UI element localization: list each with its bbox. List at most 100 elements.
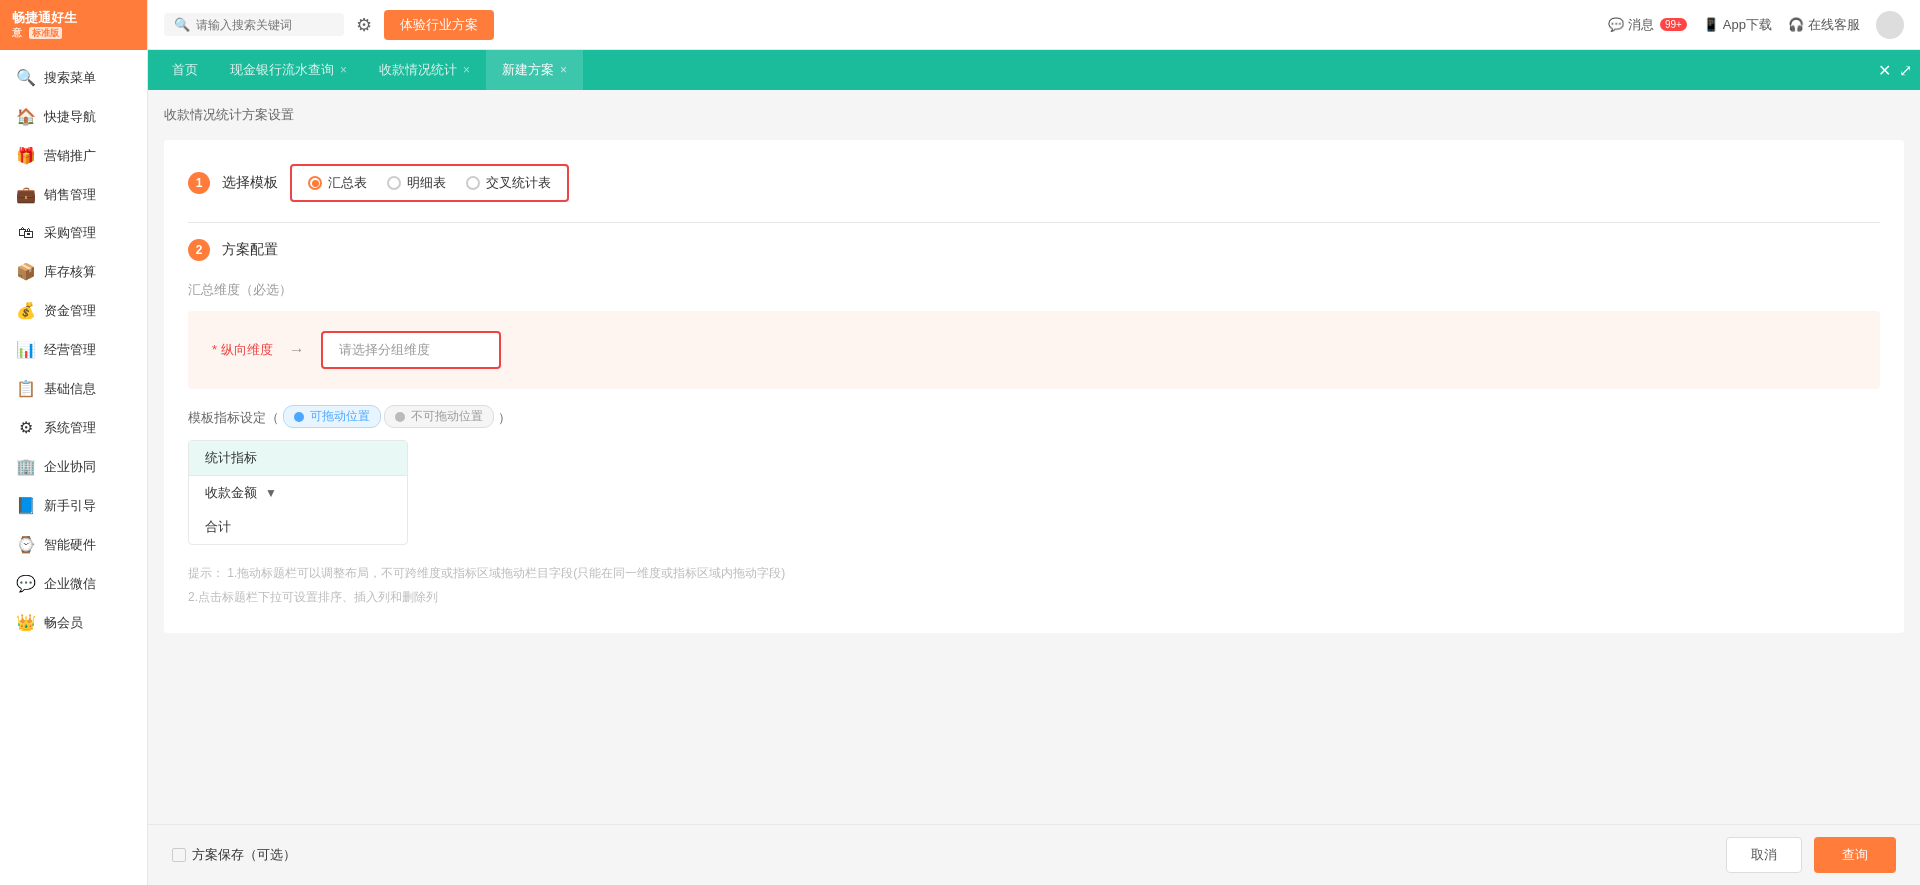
- radio-detail[interactable]: 明细表: [387, 174, 446, 192]
- notification-label: 消息: [1628, 16, 1654, 34]
- sidebar-item-basic-info[interactable]: 📋基础信息: [0, 369, 147, 408]
- operations-icon: 📊: [16, 340, 36, 359]
- step1-row: 1 选择模板 汇总表 明细表 交叉统计表: [188, 164, 1880, 202]
- save-checkbox[interactable]: [172, 848, 186, 862]
- cancel-button[interactable]: 取消: [1726, 837, 1802, 873]
- movable-badge: 可拖动位置: [283, 405, 381, 428]
- metrics-row-0: 收款金额 ▼: [189, 476, 407, 510]
- tab-home[interactable]: 首页: [156, 50, 214, 90]
- metrics-row-1-label: 合计: [205, 518, 231, 536]
- step2-row: 2 方案配置: [188, 239, 1880, 261]
- sidebar-item-wechat[interactable]: 💬企业微信: [0, 564, 147, 603]
- sidebar-item-quick-nav[interactable]: 🏠快捷导航: [0, 97, 147, 136]
- guide-icon: 📘: [16, 496, 36, 515]
- online-service-item[interactable]: 🎧 在线客服: [1788, 16, 1860, 34]
- app-icon: 📱: [1703, 17, 1719, 32]
- sidebar-item-label: 智能硬件: [44, 536, 96, 554]
- close-window-icon[interactable]: ✕: [1878, 61, 1891, 80]
- dimension-arrow: →: [289, 341, 305, 359]
- radio-cross[interactable]: 交叉统计表: [466, 174, 551, 192]
- sidebar-item-system[interactable]: ⚙ 系统管理: [0, 408, 147, 447]
- sidebar-item-sales[interactable]: 💼销售管理: [0, 175, 147, 214]
- dimension-section: 汇总维度（必选） * 纵向维度 → 请选择分组维度: [188, 281, 1880, 389]
- system-icon: ⚙: [16, 418, 36, 437]
- fixed-dot: [395, 412, 405, 422]
- radio-summary[interactable]: 汇总表: [308, 174, 367, 192]
- trial-button[interactable]: 体验行业方案: [384, 10, 494, 40]
- sidebar-item-label: 采购管理: [44, 224, 96, 242]
- hint-2: 2.点击标题栏下拉可设置排序、插入列和删除列: [188, 585, 1880, 609]
- page-title: 收款情况统计方案设置: [164, 106, 1904, 124]
- sidebar-item-search-menu[interactable]: 🔍搜索菜单: [0, 58, 147, 97]
- sidebar-item-label: 资金管理: [44, 302, 96, 320]
- radio-detail-label: 明细表: [407, 174, 446, 192]
- sidebar-item-finance[interactable]: 💰资金管理: [0, 291, 147, 330]
- step1-label: 选择模板: [222, 174, 278, 192]
- bottom-bar: 方案保存（可选） 取消 查询: [148, 824, 1920, 885]
- maximize-icon[interactable]: ⤢: [1899, 61, 1912, 80]
- app-download-item[interactable]: 📱 App下载: [1703, 16, 1772, 34]
- message-icon: 💬: [1608, 17, 1624, 32]
- wechat-icon: 💬: [16, 574, 36, 593]
- notification-item[interactable]: 💬 消息 99+: [1608, 16, 1687, 34]
- sidebar-item-label: 企业协同: [44, 458, 96, 476]
- save-option[interactable]: 方案保存（可选）: [172, 846, 296, 864]
- settings-icon[interactable]: ⚙: [356, 14, 372, 36]
- sidebar-item-guide[interactable]: 📘 新手引导: [0, 486, 147, 525]
- member-icon: 👑: [16, 613, 36, 632]
- metrics-table-header: 统计指标: [189, 441, 407, 476]
- sidebar-item-purchase[interactable]: 🛍采购管理: [0, 214, 147, 252]
- metrics-header-text: 模板指标设定（ 可拖动位置 不可拖动位置 ）: [188, 405, 511, 428]
- radio-summary-dot: [308, 176, 322, 190]
- tabs-right-controls: ✕ ⤢: [1878, 61, 1912, 80]
- tab-collection-stats-close[interactable]: ×: [463, 63, 470, 77]
- movable-dot: [294, 412, 304, 422]
- content-area: 收款情况统计方案设置 1 选择模板 汇总表 明细表: [148, 90, 1920, 824]
- radio-summary-label: 汇总表: [328, 174, 367, 192]
- sidebar-item-label: 系统管理: [44, 419, 96, 437]
- tab-collection-stats[interactable]: 收款情况统计 ×: [363, 50, 486, 90]
- metrics-row-1: 合计: [189, 510, 407, 544]
- notification-badge: 99+: [1660, 18, 1687, 31]
- tab-collection-stats-label: 收款情况统计: [379, 61, 457, 79]
- sidebar-item-marketing[interactable]: 🎁营销推广: [0, 136, 147, 175]
- tab-bank-flow-close[interactable]: ×: [340, 63, 347, 77]
- sidebar-item-label: 新手引导: [44, 497, 96, 515]
- tab-new-plan[interactable]: 新建方案 ×: [486, 50, 583, 90]
- sidebar-item-smart-hw[interactable]: ⌚智能硬件: [0, 525, 147, 564]
- dimension-title: 汇总维度（必选）: [188, 281, 1880, 299]
- sidebar-item-label: 销售管理: [44, 186, 96, 204]
- tab-bank-flow[interactable]: 现金银行流水查询 ×: [214, 50, 363, 90]
- sidebar-item-enterprise[interactable]: 🏢 企业协同: [0, 447, 147, 486]
- logo-sub: 意 标准版: [12, 26, 77, 40]
- sidebar-item-label: 基础信息: [44, 380, 96, 398]
- radio-cross-dot: [466, 176, 480, 190]
- topbar-search-box[interactable]: 🔍: [164, 13, 344, 36]
- sidebar-item-inventory[interactable]: 📦库存核算: [0, 252, 147, 291]
- user-avatar[interactable]: [1876, 11, 1904, 39]
- topbar: 🔍 ⚙ 体验行业方案 💬 消息 99+ 📱 App下载 🎧 在线客服: [148, 0, 1920, 50]
- bottom-actions: 取消 查询: [1726, 837, 1896, 873]
- sidebar-logo: 畅捷通好生 意 标准版: [0, 0, 147, 50]
- topbar-right: 💬 消息 99+ 📱 App下载 🎧 在线客服: [1608, 11, 1904, 39]
- query-button[interactable]: 查询: [1814, 837, 1896, 873]
- logo-text: 畅捷通好生: [12, 10, 77, 26]
- metrics-row-0-dropdown[interactable]: ▼: [265, 486, 277, 500]
- sidebar-item-label: 库存核算: [44, 263, 96, 281]
- sidebar-item-member[interactable]: 👑畅会员: [0, 603, 147, 642]
- search-input[interactable]: [196, 18, 316, 32]
- sidebar-badge: 标准版: [29, 27, 62, 39]
- template-options: 汇总表 明细表 交叉统计表: [290, 164, 569, 202]
- metrics-section: 模板指标设定（ 可拖动位置 不可拖动位置 ） 统计指标: [188, 405, 1880, 609]
- radio-detail-dot: [387, 176, 401, 190]
- tab-bank-flow-label: 现金银行流水查询: [230, 61, 334, 79]
- tab-new-plan-close[interactable]: ×: [560, 63, 567, 77]
- enterprise-icon: 🏢: [16, 457, 36, 476]
- fixed-badge: 不可拖动位置: [384, 405, 494, 428]
- tabs-bar: 首页 现金银行流水查询 × 收款情况统计 × 新建方案 × ✕ ⤢: [148, 50, 1920, 90]
- hints-section: 提示： 1.拖动标题栏可以调整布局，不可跨维度或指标区域拖动栏目字段(只能在同一…: [188, 561, 1880, 609]
- sidebar: 畅捷通好生 意 标准版 🔍搜索菜单🏠快捷导航🎁营销推广💼销售管理🛍采购管理📦库存…: [0, 0, 148, 885]
- radio-cross-label: 交叉统计表: [486, 174, 551, 192]
- sidebar-item-operations[interactable]: 📊经营管理: [0, 330, 147, 369]
- dimension-select[interactable]: 请选择分组维度: [321, 331, 501, 369]
